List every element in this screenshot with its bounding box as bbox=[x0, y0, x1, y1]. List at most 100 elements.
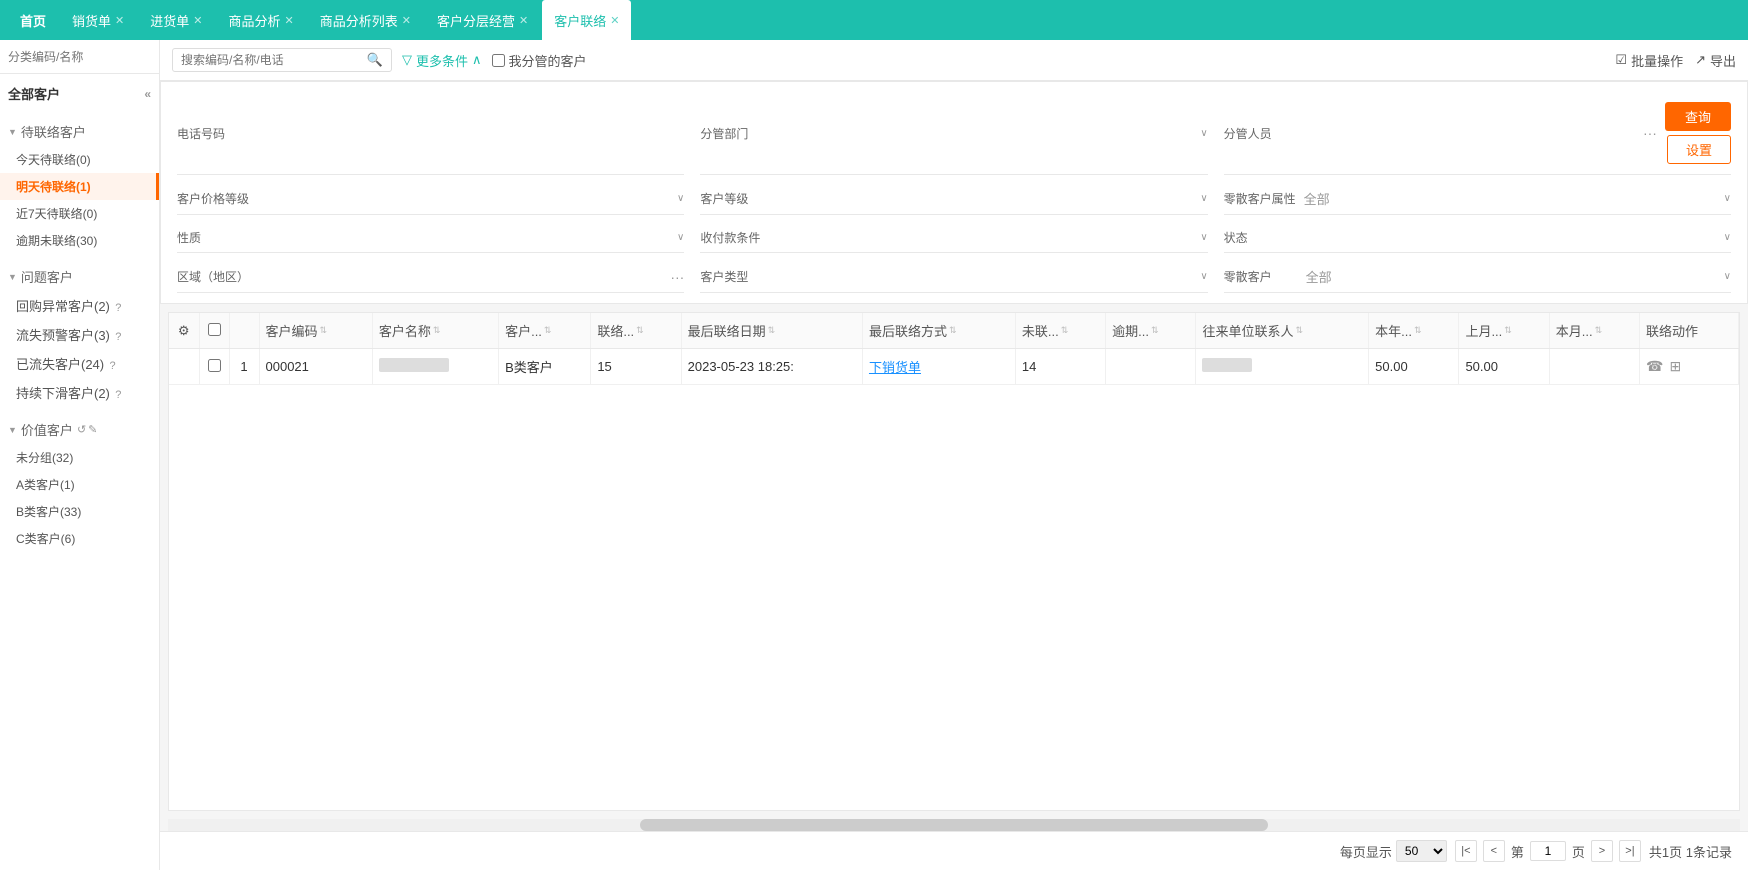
main-search-input[interactable] bbox=[181, 53, 361, 67]
sidebar-search-input[interactable] bbox=[8, 50, 160, 64]
page-input[interactable] bbox=[1530, 841, 1566, 861]
settings-button[interactable]: 设置 bbox=[1667, 135, 1731, 164]
filter-nature-select[interactable]: ∨ bbox=[255, 232, 684, 243]
horizontal-scrollbar[interactable] bbox=[168, 819, 1740, 831]
next-page-btn[interactable]: > bbox=[1591, 840, 1613, 862]
sidebar-group-value-label[interactable]: 价值客户 ↺ ✎ bbox=[0, 415, 159, 444]
dots-icon-region[interactable]: ··· bbox=[670, 269, 684, 285]
gear-icon[interactable]: ⚙ bbox=[178, 323, 190, 338]
filter-phone-row: 电话号码 bbox=[177, 92, 684, 175]
sort-icon-this-month[interactable]: ⇅ bbox=[1595, 325, 1603, 336]
nav-customer-contact[interactable]: 客户联络 ✕ bbox=[542, 0, 631, 40]
filter-btn[interactable]: ▽ 更多条件 ∧ bbox=[402, 51, 482, 70]
my-customers-checkbox[interactable] bbox=[492, 54, 505, 67]
my-customers-toggle[interactable]: 我分管的客户 bbox=[492, 51, 587, 70]
col-last-date: 最后联络日期 ⇅ bbox=[681, 313, 862, 349]
col-actions: 联络动作 bbox=[1640, 313, 1739, 349]
filter-region-input[interactable]: ··· bbox=[257, 269, 684, 285]
sort-icon-contact[interactable]: ⇅ bbox=[636, 325, 644, 336]
main-search-icon[interactable]: 🔍 bbox=[367, 52, 383, 68]
sort-icon-overdue[interactable]: ⇅ bbox=[1151, 325, 1159, 336]
row-name bbox=[372, 349, 498, 385]
filter-status-label: 状态 bbox=[1224, 229, 1294, 246]
nav-sales[interactable]: 销货单 ✕ bbox=[60, 0, 136, 40]
nav-purchase-close[interactable]: ✕ bbox=[193, 14, 202, 27]
sidebar-item-b-class[interactable]: B类客户(33) bbox=[0, 498, 159, 525]
filter-manager-row: 分管人员 ··· 查询 设置 bbox=[1224, 92, 1731, 175]
sidebar-item-a-class[interactable]: A类客户(1) bbox=[0, 471, 159, 498]
export-btn[interactable]: ↗ 导出 bbox=[1695, 51, 1736, 70]
sidebar-group-problem-label[interactable]: 问题客户 bbox=[0, 262, 159, 291]
sidebar-item-tomorrow[interactable]: 明天待联络(1) bbox=[0, 173, 159, 200]
filter-price-grade-select[interactable]: ∨ bbox=[257, 193, 684, 204]
select-all-checkbox[interactable] bbox=[208, 323, 221, 336]
first-page-btn[interactable]: |< bbox=[1455, 840, 1477, 862]
sort-icon-name[interactable]: ⇅ bbox=[433, 325, 441, 336]
filter-retail-attr-select[interactable]: 全部 ∨ bbox=[1304, 189, 1731, 208]
nav-goods-analysis[interactable]: 商品分析 ✕ bbox=[216, 0, 305, 40]
sort-icon-unlinkd[interactable]: ⇅ bbox=[1061, 325, 1069, 336]
filter-payment-select[interactable]: ∨ bbox=[778, 232, 1207, 243]
nav-customer-tier-close[interactable]: ✕ bbox=[519, 14, 528, 27]
sidebar-item-today[interactable]: 今天待联络(0) bbox=[0, 146, 159, 173]
nav-customer-contact-close[interactable]: ✕ bbox=[610, 14, 619, 27]
nav-goods-analysis-close[interactable]: ✕ bbox=[285, 14, 294, 27]
filter-customer-grade-select[interactable]: ∨ bbox=[778, 193, 1207, 204]
chevron-down-icon-7: ∨ bbox=[1724, 232, 1731, 243]
filter-customer-type-select[interactable]: ∨ bbox=[778, 271, 1207, 282]
phone-action-icon[interactable]: ☎ bbox=[1646, 358, 1663, 375]
prev-page-btn[interactable]: < bbox=[1483, 840, 1505, 862]
dots-icon-manager[interactable]: ··· bbox=[1643, 125, 1657, 141]
batch-icon: ☑ bbox=[1615, 52, 1627, 68]
sidebar-group-pending: 待联络客户 今天待联络(0) 明天待联络(1) 近7天待联络(0) 逾期未联络(… bbox=[0, 113, 159, 258]
table-header-row: ⚙ 客户编码 ⇅ bbox=[169, 313, 1739, 349]
nav-goods-list[interactable]: 商品分析列表 ✕ bbox=[308, 0, 423, 40]
sidebar-all-customers[interactable]: 全部客户 « bbox=[0, 78, 159, 109]
chevron-down-icon-3: ∨ bbox=[1200, 193, 1207, 204]
refresh-icon[interactable]: ↺ bbox=[77, 423, 86, 436]
sort-icon-code[interactable]: ⇅ bbox=[320, 325, 328, 336]
filter-retail-customer-select[interactable]: 全部 ∨ bbox=[1302, 267, 1731, 286]
filter-status-select[interactable]: ∨ bbox=[1302, 232, 1731, 243]
sort-icon-last-month[interactable]: ⇅ bbox=[1504, 325, 1512, 336]
sidebar-item-declining[interactable]: 持续下滑客户(2) ? bbox=[0, 378, 159, 407]
sidebar-item-week[interactable]: 近7天待联络(0) bbox=[0, 200, 159, 227]
sidebar-all-section: 全部客户 « bbox=[0, 74, 159, 113]
sidebar-group-pending-label[interactable]: 待联络客户 bbox=[0, 117, 159, 146]
sidebar-search-area: 🔍 bbox=[0, 40, 159, 74]
sidebar-item-ungrouped[interactable]: 未分组(32) bbox=[0, 444, 159, 471]
row-select-checkbox[interactable] bbox=[208, 359, 221, 372]
sidebar-item-warning[interactable]: 流失预警客户(3) ? bbox=[0, 320, 159, 349]
sidebar-item-abnormal[interactable]: 回购异常客户(2) ? bbox=[0, 291, 159, 320]
contacts-blur bbox=[1202, 358, 1252, 372]
nav-home[interactable]: 首页 bbox=[8, 0, 58, 40]
filter-dept-select[interactable]: ∨ bbox=[778, 128, 1207, 139]
nav-purchase[interactable]: 进货单 ✕ bbox=[138, 0, 214, 40]
sidebar-item-lost[interactable]: 已流失客户(24) ? bbox=[0, 349, 159, 378]
sidebar-item-c-class[interactable]: C类客户(6) bbox=[0, 525, 159, 552]
col-gear: ⚙ bbox=[169, 313, 199, 349]
nav-goods-list-close[interactable]: ✕ bbox=[402, 14, 411, 27]
batch-btn[interactable]: ☑ 批量操作 bbox=[1615, 51, 1683, 70]
nav-customer-tier[interactable]: 客户分层经营 ✕ bbox=[425, 0, 540, 40]
nav-sales-close[interactable]: ✕ bbox=[115, 14, 124, 27]
sort-icon-this-year[interactable]: ⇅ bbox=[1414, 325, 1422, 336]
edit-icon[interactable]: ✎ bbox=[88, 423, 97, 436]
toolbar: 🔍 ▽ 更多条件 ∧ 我分管的客户 ☑ 批量操作 ↗ 导出 bbox=[160, 40, 1748, 81]
filter-manager-input[interactable]: ··· bbox=[1302, 125, 1657, 141]
filter-customer-type-label: 客户类型 bbox=[700, 268, 770, 285]
filter-customer-grade-row: 客户等级 ∨ bbox=[700, 183, 1207, 215]
sort-icon-last-date[interactable]: ⇅ bbox=[768, 325, 776, 336]
scrollbar-thumb[interactable] bbox=[640, 819, 1269, 831]
sidebar-collapse-icon[interactable]: « bbox=[144, 87, 151, 101]
more-action-icon[interactable]: ⊞ bbox=[1669, 358, 1681, 375]
query-button[interactable]: 查询 bbox=[1665, 102, 1731, 131]
last-page-btn[interactable]: >| bbox=[1619, 840, 1641, 862]
sort-icon-last-method[interactable]: ⇅ bbox=[949, 325, 957, 336]
sidebar-item-overdue[interactable]: 逾期未联络(30) bbox=[0, 227, 159, 254]
last-method-link[interactable]: 下销货单 bbox=[869, 360, 921, 375]
filter-status-row: 状态 ∨ bbox=[1224, 223, 1731, 253]
sort-icon-contacts[interactable]: ⇅ bbox=[1295, 325, 1303, 336]
per-page-select[interactable]: 50 100 200 bbox=[1396, 840, 1447, 862]
sort-icon-type[interactable]: ⇅ bbox=[544, 325, 552, 336]
